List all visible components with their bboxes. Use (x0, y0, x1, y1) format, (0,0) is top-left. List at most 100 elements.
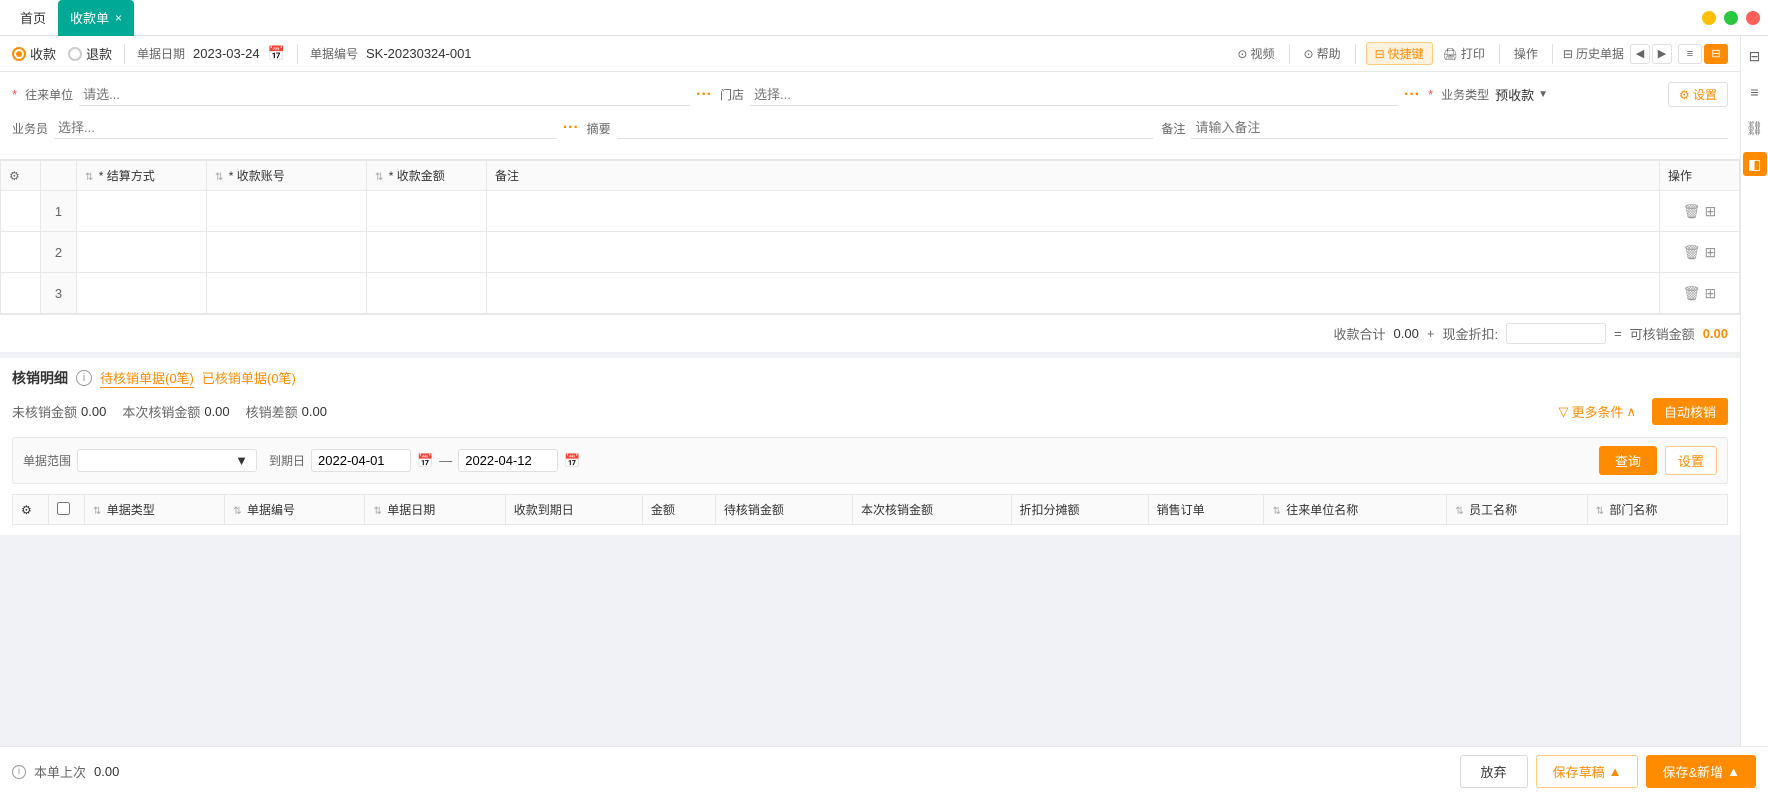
account-cell-1[interactable] (207, 191, 367, 232)
query-btn[interactable]: 查询 (1599, 446, 1657, 475)
no-label: 单据编号 (310, 45, 358, 62)
table-row: 2 🗑 ⊞ (1, 232, 1740, 273)
account-cell-3[interactable] (207, 273, 367, 314)
delete-icon-3[interactable]: 🗑 (1683, 285, 1701, 302)
action-btns-2: 🗑 ⊞ (1660, 232, 1739, 272)
copy-icon-2[interactable]: ⊞ (1705, 244, 1717, 261)
cal-from-icon[interactable]: 📅 (417, 453, 433, 469)
unchecked-value: 0.00 (81, 404, 106, 419)
action-cell-3: 🗑 ⊞ (1660, 273, 1740, 314)
print-btn[interactable]: 🖨 打印 (1439, 43, 1489, 64)
section-title: 核销明细 (12, 368, 68, 388)
store-more-icon[interactable]: ··· (1404, 86, 1420, 104)
pending-tab[interactable]: 待核销单据(0笔) (100, 368, 194, 388)
help-btn[interactable]: ⊙ 帮助 (1300, 43, 1345, 64)
date-to-input[interactable] (458, 449, 558, 472)
prev-arrow[interactable]: ◀ (1630, 44, 1650, 64)
sidebar-export-icon[interactable]: ◧ (1743, 152, 1767, 176)
save-draft-button[interactable]: 保存草稿 ▲ (1536, 755, 1639, 788)
more-conditions-btn[interactable]: ▽ 更多条件 ∧ (1558, 402, 1636, 421)
account-cell-2[interactable] (207, 232, 367, 273)
footer-info-icon[interactable]: i (12, 765, 26, 779)
range-select[interactable]: ▼ (77, 449, 257, 472)
receipt-radio[interactable]: 收款 (12, 44, 56, 63)
save-new-dropdown-icon[interactable]: ▲ (1727, 764, 1740, 779)
collapse-icon: ∧ (1626, 404, 1636, 420)
refund-radio[interactable]: 退款 (68, 44, 112, 63)
divider3 (1289, 44, 1290, 64)
remark-cell-2[interactable] (487, 232, 1660, 273)
settle-header-label: * 结算方式 (99, 169, 155, 183)
settle-cell-3[interactable] (77, 273, 207, 314)
layout-grid[interactable]: ⊟ (1704, 44, 1728, 64)
staff-more-icon[interactable]: ··· (563, 119, 579, 137)
table-row: 1 🗑 ⊞ (1, 191, 1740, 232)
close-tab-icon[interactable]: × (115, 11, 122, 25)
calendar-icon[interactable]: 📅 (268, 45, 285, 62)
main-content: 收款 退款 单据日期 2023-03-24 📅 单据编号 SK-20230324… (0, 36, 1740, 796)
select-all-checkbox[interactable] (57, 502, 70, 515)
delete-icon-1[interactable]: 🗑 (1683, 203, 1701, 220)
shortcut-icon: ⊟ (1375, 47, 1385, 61)
amount-cell-2[interactable] (367, 232, 487, 273)
writeoff-settings-btn[interactable]: 设置 (1665, 446, 1717, 475)
discount-input[interactable] (1506, 323, 1606, 344)
delete-icon-2[interactable]: 🗑 (1683, 244, 1701, 261)
shortcut-btn[interactable]: ⊟ 快捷键 (1366, 42, 1433, 65)
done-tab[interactable]: 已核销单据(0笔) (202, 368, 296, 388)
staff-input[interactable] (54, 117, 557, 139)
amount-cell-3[interactable] (367, 273, 487, 314)
save-draft-label: 保存草稿 (1553, 762, 1605, 781)
doctype-label: 单据类型 (107, 503, 155, 517)
staff-field: 业务员 ··· (12, 117, 579, 139)
nav-receipt[interactable]: 收款单 × (58, 0, 134, 36)
sort-docno-icon: ⇅ (233, 506, 241, 517)
refund-label: 退款 (86, 44, 112, 63)
settings-icon-bottom[interactable]: ⚙ (21, 503, 32, 517)
video-btn[interactable]: ⊙ 视频 (1233, 43, 1278, 64)
minimize-button[interactable] (1702, 11, 1716, 25)
ops-btn[interactable]: 操作 (1510, 43, 1542, 64)
settle-cell-2[interactable] (77, 232, 207, 273)
remark-cell-3[interactable] (487, 273, 1660, 314)
abandon-button[interactable]: 放弃 (1460, 755, 1528, 788)
copy-icon-1[interactable]: ⊞ (1705, 203, 1717, 220)
receipt-label: 收款 (30, 44, 56, 63)
writeoff-info-icon[interactable]: i (76, 370, 92, 386)
remark-cell-1[interactable] (487, 191, 1660, 232)
next-arrow[interactable]: ▶ (1652, 44, 1672, 64)
amount-cell-1[interactable] (367, 191, 487, 232)
date-from-input[interactable] (311, 449, 411, 472)
store-input[interactable] (750, 84, 1398, 106)
maximize-button[interactable] (1724, 11, 1738, 25)
partner-input[interactable] (79, 84, 690, 106)
sort-doctype-icon: ⇅ (93, 506, 101, 517)
sidebar-link-icon[interactable]: ⛓ (1743, 116, 1767, 140)
sidebar-table-icon[interactable]: ⊟ (1743, 44, 1767, 68)
partner-more-icon[interactable]: ··· (696, 86, 712, 104)
save-new-button[interactable]: 保存&新增 ▲ (1646, 755, 1756, 788)
biz-type-value: 预收款 (1495, 85, 1534, 104)
history-btn[interactable]: ⊟ 历史单据 (1563, 45, 1624, 62)
nav-home[interactable]: 首页 (8, 0, 58, 36)
biz-dropdown-icon[interactable]: ▼ (1538, 89, 1548, 100)
close-button[interactable] (1746, 11, 1760, 25)
settle-cell-1[interactable] (77, 191, 207, 232)
summary-input[interactable] (617, 117, 1154, 139)
sidebar-list-icon[interactable]: ≡ (1743, 80, 1767, 104)
total-value: 0.00 (1394, 326, 1419, 341)
cal-to-icon[interactable]: 📅 (564, 453, 580, 469)
layout-list[interactable]: ≡ (1678, 44, 1702, 64)
auto-writeoff-btn[interactable]: 自动核销 (1652, 398, 1728, 425)
biz-type-select[interactable]: 预收款 ▼ (1495, 85, 1662, 104)
copy-icon-3[interactable]: ⊞ (1705, 285, 1717, 302)
note-input[interactable] (1191, 117, 1728, 139)
draft-dropdown-icon[interactable]: ▲ (1609, 764, 1622, 779)
biz-type-label: 业务类型 (1441, 86, 1489, 103)
summary-label: 摘要 (587, 120, 611, 137)
row-num-2: 2 (41, 232, 76, 272)
gear-icon[interactable]: ⚙ (9, 169, 20, 183)
range-label: 单据范围 (23, 452, 71, 469)
settings-button[interactable]: ⚙ 设置 (1668, 82, 1728, 107)
col-rownum-cell-1: 1 (41, 191, 77, 232)
